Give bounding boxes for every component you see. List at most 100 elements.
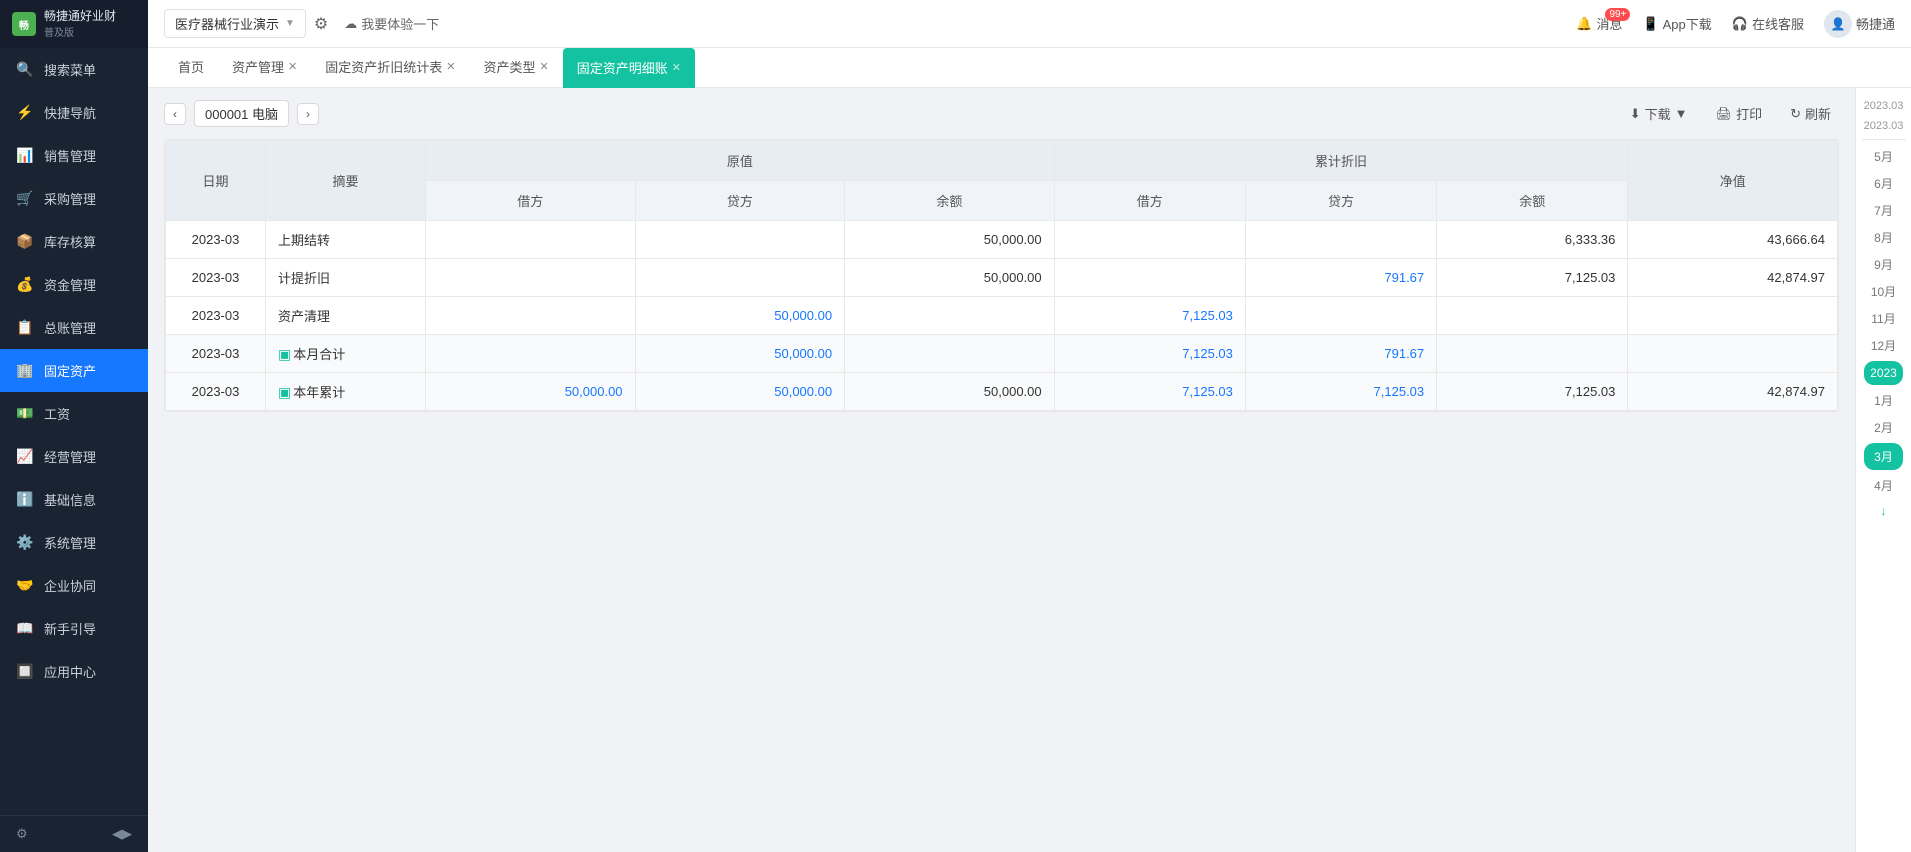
next-asset-button[interactable]: › — [297, 103, 319, 125]
table-cell-orig-debit: 50,000.00 — [426, 373, 636, 411]
timeline-month-8[interactable]: 8月 — [1856, 224, 1911, 251]
table-cell-date: 2023-03 — [166, 221, 266, 259]
tab-asset-detail-label: 固定资产明细账 — [577, 58, 668, 77]
topbar: 医疗器械行业演示 ▼ ⚙ ☁ 我要体验一下 🔔 消息 99+ 📱 App下载 🎧… — [148, 0, 1911, 48]
tab-home[interactable]: 首页 — [164, 48, 218, 88]
sidebar-collapse-btn[interactable]: ◀▶ — [112, 826, 132, 842]
experience-icon: ☁ — [344, 16, 357, 32]
timeline-month-4[interactable]: 4月 — [1856, 472, 1911, 499]
sidebar-item-purchase[interactable]: 🛒 采购管理 — [0, 177, 148, 220]
table-cell-depr-debit — [1054, 221, 1245, 259]
timeline-month-12[interactable]: 12月 — [1856, 332, 1911, 359]
experience-button[interactable]: ☁ 我要体验一下 — [344, 14, 439, 33]
print-icon: 🖨 — [1716, 106, 1733, 122]
timeline-month-5[interactable]: 5月 — [1856, 143, 1911, 170]
tab-close-icon[interactable]: ✕ — [446, 60, 455, 73]
table-cell-depr-balance — [1437, 297, 1628, 335]
support-label: 在线客服 — [1752, 14, 1804, 33]
sidebar-item-guide[interactable]: 📖 新手引导 — [0, 607, 148, 650]
th-orig-debit: 借方 — [426, 181, 636, 221]
sidebar-item-label: 销售管理 — [44, 146, 96, 165]
sidebar-item-inventory[interactable]: 📦 库存核算 — [0, 220, 148, 263]
user-menu[interactable]: 👤 畅捷通 — [1824, 10, 1895, 38]
sidebar-item-label: 总账管理 — [44, 318, 96, 337]
table-cell-depr-debit — [1054, 259, 1245, 297]
grid-icon: 🔲 — [16, 663, 34, 681]
sidebar: 畅 畅捷通好业财 普及版 🔍 搜索菜单 ⚡ 快捷导航 📊 销售管理 🛒 采购管理… — [0, 0, 148, 852]
settings-button[interactable]: ⚙ — [314, 14, 328, 34]
table-cell-depr-credit: 791.67 — [1245, 259, 1436, 297]
sidebar-footer: ⚙ ◀▶ — [0, 815, 148, 852]
sidebar-item-label: 采购管理 — [44, 189, 96, 208]
sidebar-item-label: 新手引导 — [44, 619, 96, 638]
sidebar-item-basic-info[interactable]: ℹ️ 基础信息 — [0, 478, 148, 521]
table-cell-depr-balance — [1437, 335, 1628, 373]
box-icon: 📦 — [16, 233, 34, 251]
sidebar-item-sales[interactable]: 📊 销售管理 — [0, 134, 148, 177]
tab-close-icon[interactable]: ✕ — [540, 60, 549, 73]
sidebar-item-label: 快捷导航 — [44, 103, 96, 122]
tab-asset-type[interactable]: 资产类型 ✕ — [469, 48, 562, 88]
th-accumulated-depr: 累计折旧 — [1054, 141, 1628, 181]
salary-icon: 💵 — [16, 405, 34, 423]
sidebar-item-salary[interactable]: 💵 工资 — [0, 392, 148, 435]
main-content: 首页 资产管理 ✕ 固定资产折旧统计表 ✕ 资产类型 ✕ 固定资产明细账 ✕ ‹… — [148, 48, 1911, 852]
download-label: App下载 — [1663, 14, 1712, 33]
timeline-month-10[interactable]: 10月 — [1856, 278, 1911, 305]
sidebar-item-label: 工资 — [44, 404, 70, 423]
tabs-bar: 首页 资产管理 ✕ 固定资产折旧统计表 ✕ 资产类型 ✕ 固定资产明细账 ✕ — [148, 48, 1911, 88]
table-cell-summary: 资产清理 — [266, 297, 426, 335]
page-content: ‹ 000001 电脑 › ⬇ 下载 ▼ 🖨 打印 ↻ 刷新 — [148, 88, 1911, 852]
timeline-expand-btn[interactable]: ↓ — [1856, 499, 1911, 523]
tab-close-icon[interactable]: ✕ — [288, 60, 297, 73]
timeline-divider — [1862, 139, 1906, 140]
timeline-month-6[interactable]: 6月 — [1856, 170, 1911, 197]
table-cell-orig-balance — [845, 297, 1055, 335]
sidebar-item-quick-nav[interactable]: ⚡ 快捷导航 — [0, 91, 148, 134]
table-cell-orig-debit — [426, 297, 636, 335]
table-cell-orig-balance: 50,000.00 — [845, 373, 1055, 411]
dropdown-icon: ▼ — [1675, 106, 1688, 121]
timeline-header2: 2023.03 — [1864, 116, 1904, 136]
timeline-month-11[interactable]: 11月 — [1856, 305, 1911, 332]
download-button[interactable]: 📱 App下载 — [1642, 14, 1711, 33]
notifications-button[interactable]: 🔔 消息 99+ — [1576, 14, 1622, 33]
asset-navigation: ‹ 000001 电脑 › ⬇ 下载 ▼ 🖨 打印 ↻ 刷新 — [164, 100, 1839, 127]
timeline-month-7[interactable]: 7月 — [1856, 197, 1911, 224]
tab-asset-detail[interactable]: 固定资产明细账 ✕ — [563, 48, 695, 88]
sidebar-item-search[interactable]: 🔍 搜索菜单 — [0, 48, 148, 91]
cart-icon: 🛒 — [16, 190, 34, 208]
timeline-month-2[interactable]: 2月 — [1856, 414, 1911, 441]
timeline-month-9[interactable]: 9月 — [1856, 251, 1911, 278]
sidebar-item-operations[interactable]: 📈 经营管理 — [0, 435, 148, 478]
table-cell-summary: 上期结转 — [266, 221, 426, 259]
timeline-month-1[interactable]: 1月 — [1856, 387, 1911, 414]
tab-asset-mgmt[interactable]: 资产管理 ✕ — [218, 48, 311, 88]
timeline-year-2023[interactable]: 2023 — [1864, 361, 1903, 385]
tab-close-icon[interactable]: ✕ — [672, 61, 681, 74]
sidebar-item-enterprise[interactable]: 🤝 企业协同 — [0, 564, 148, 607]
sidebar-item-system[interactable]: ⚙️ 系统管理 — [0, 521, 148, 564]
download-button[interactable]: ⬇ 下载 ▼ — [1622, 100, 1696, 127]
sidebar-item-fixed-assets[interactable]: 🏢 固定资产 — [0, 349, 148, 392]
table-cell-date: 2023-03 — [166, 335, 266, 373]
company-selector[interactable]: 医疗器械行业演示 ▼ — [164, 9, 306, 38]
prev-asset-button[interactable]: ‹ — [164, 103, 186, 125]
tab-depreciation-stats[interactable]: 固定资产折旧统计表 ✕ — [311, 48, 469, 88]
print-button[interactable]: 🖨 打印 — [1708, 100, 1771, 127]
table-cell-orig-debit — [426, 259, 636, 297]
support-button[interactable]: 🎧 在线客服 — [1732, 14, 1804, 33]
timeline-month-3[interactable]: 3月 — [1864, 443, 1903, 470]
settings-icon[interactable]: ⚙ — [16, 826, 28, 842]
table-cell-depr-debit: 7,125.03 — [1054, 373, 1245, 411]
sidebar-item-ledger[interactable]: 📋 总账管理 — [0, 306, 148, 349]
sidebar-item-app-center[interactable]: 🔲 应用中心 — [0, 650, 148, 693]
table-cell-depr-debit: 7,125.03 — [1054, 335, 1245, 373]
sidebar-item-label: 企业协同 — [44, 576, 96, 595]
book-icon: 📖 — [16, 620, 34, 638]
notifications-badge: 99+ — [1605, 8, 1630, 21]
sidebar-item-capital[interactable]: 💰 资金管理 — [0, 263, 148, 306]
refresh-button[interactable]: ↻ 刷新 — [1782, 100, 1839, 127]
table-cell-net-value: 42,874.97 — [1628, 373, 1838, 411]
ledger-icon: 📋 — [16, 319, 34, 337]
